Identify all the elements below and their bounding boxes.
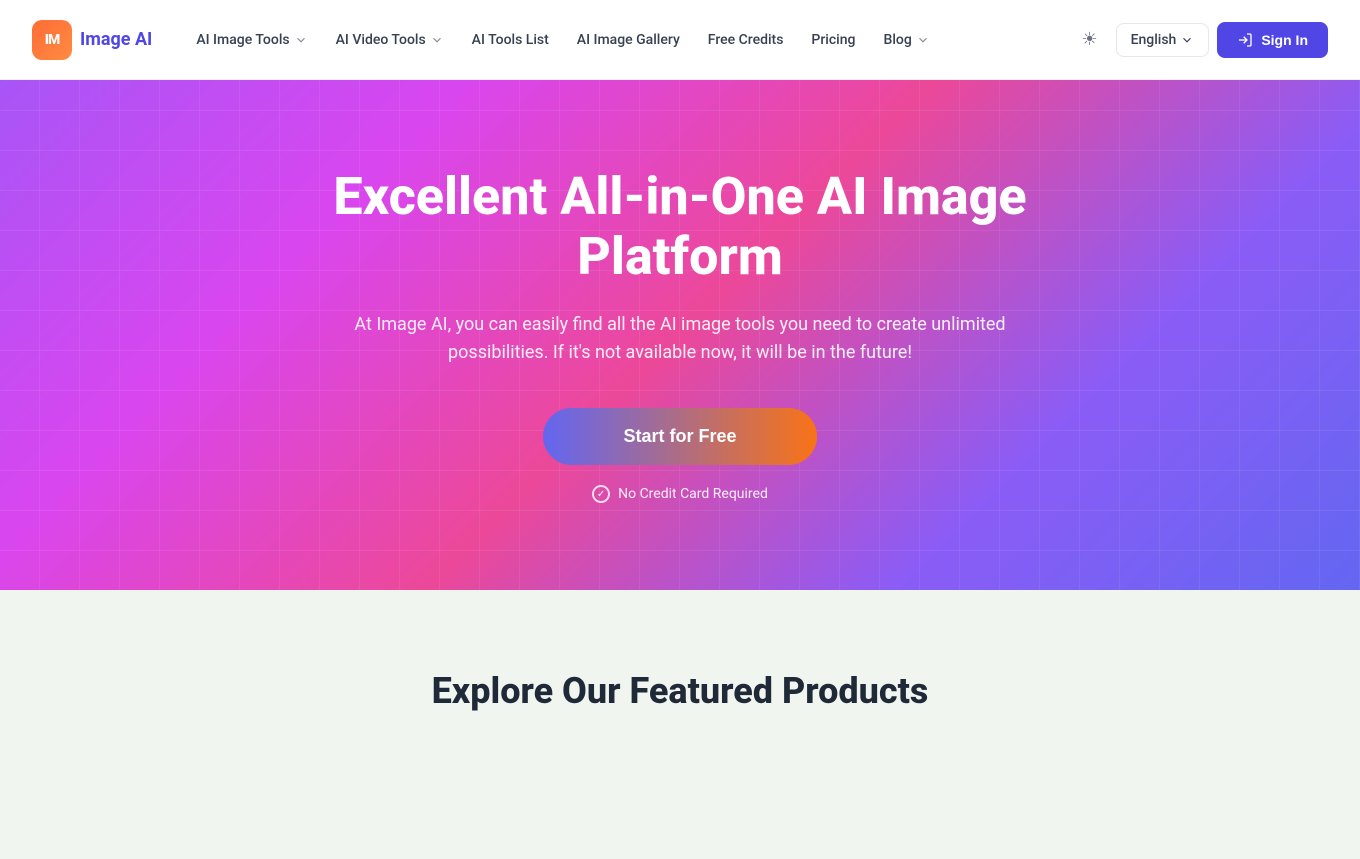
- sign-in-button[interactable]: Sign In: [1217, 22, 1328, 58]
- logo-link[interactable]: IM Image AI: [32, 20, 152, 60]
- nav-item-blog[interactable]: Blog: [871, 24, 941, 56]
- nav-item-pricing[interactable]: Pricing: [799, 24, 867, 56]
- chevron-down-icon: [430, 33, 444, 47]
- sign-in-icon: [1237, 32, 1253, 48]
- chevron-down-icon: [916, 33, 930, 47]
- logo-icon: IM: [32, 20, 72, 60]
- check-circle-icon: ✓: [592, 485, 610, 503]
- nav-item-ai-video-tools[interactable]: AI Video Tools: [324, 24, 456, 56]
- theme-toggle-button[interactable]: ☀: [1072, 22, 1108, 58]
- brand-name: Image AI: [80, 29, 152, 50]
- nav-right: ☀ English Sign In: [1072, 22, 1328, 58]
- nav-item-ai-tools-list[interactable]: AI Tools List: [460, 24, 561, 56]
- nav-item-ai-image-gallery[interactable]: AI Image Gallery: [565, 24, 692, 56]
- nav-item-free-credits[interactable]: Free Credits: [696, 24, 796, 56]
- nav-item-ai-image-tools[interactable]: AI Image Tools: [184, 24, 319, 56]
- hero-section: Excellent All-in-One AI Image Platform A…: [0, 80, 1360, 590]
- nav-links: AI Image Tools AI Video Tools AI Tools L…: [184, 24, 1071, 56]
- hero-content: Excellent All-in-One AI Image Platform A…: [280, 167, 1080, 503]
- chevron-down-icon: [294, 33, 308, 47]
- language-selector[interactable]: English: [1116, 23, 1210, 57]
- hero-subtitle: At Image AI, you can easily find all the…: [340, 311, 1020, 369]
- featured-title: Explore Our Featured Products: [40, 670, 1320, 712]
- featured-section: Explore Our Featured Products: [0, 590, 1360, 859]
- hero-title: Excellent All-in-One AI Image Platform: [280, 167, 1080, 287]
- start-for-free-button[interactable]: Start for Free: [543, 408, 816, 465]
- navbar: IM Image AI AI Image Tools AI Video Tool…: [0, 0, 1360, 80]
- chevron-down-icon: [1180, 33, 1194, 47]
- no-credit-card-notice: ✓ No Credit Card Required: [280, 485, 1080, 503]
